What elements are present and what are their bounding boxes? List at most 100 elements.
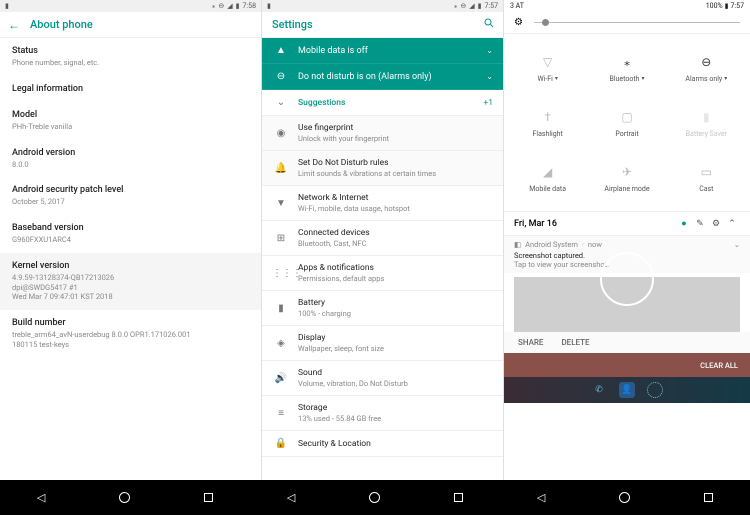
search-icon[interactable] xyxy=(483,17,495,32)
chevron-up-icon[interactable]: ⌃ xyxy=(724,219,740,229)
nav-home-icon[interactable] xyxy=(369,492,380,503)
alert-row[interactable]: ⊖Do not disturb is on (Alarms only)⌄ xyxy=(262,64,503,90)
fp-icon: ◉ xyxy=(272,128,290,139)
qs-tile-dnd[interactable]: ⊖Alarms only▾ xyxy=(667,40,746,95)
item-sub: Volume, vibration, Do Not Disturb xyxy=(298,379,493,388)
qs-tile-bt[interactable]: ⁎Bluetooth▾ xyxy=(587,40,666,95)
qs-tile-flash[interactable]: †Flashlight xyxy=(508,95,587,150)
carrier: 3 AT xyxy=(510,2,524,10)
item-title: Build number xyxy=(12,318,249,328)
list-item[interactable]: ModelPHh-Treble vanilla xyxy=(0,102,261,140)
list-item[interactable]: Baseband versionG960FXXU1ARC4 xyxy=(0,215,261,253)
screenshot-preview[interactable] xyxy=(514,277,740,332)
user-icon[interactable]: ● xyxy=(676,218,692,229)
qs-tile-mdata[interactable]: ◢Mobile data xyxy=(508,150,587,205)
item-title: Model xyxy=(12,110,249,120)
nav-back-icon[interactable]: ◁ xyxy=(287,491,295,504)
clear-all-button[interactable]: CLEAR ALL xyxy=(700,361,738,370)
qs-tile-air[interactable]: ✈Airplane mode xyxy=(587,150,666,205)
date-label: Fri, Mar 16 xyxy=(514,219,676,229)
settings-item[interactable]: ⋮⋮⋮Apps & notificationsPermissions, defa… xyxy=(262,256,503,291)
nav-home-icon[interactable] xyxy=(119,492,130,503)
tile-label: Flashlight xyxy=(533,130,563,138)
dnd-icon: ⊖ xyxy=(460,2,466,10)
nav-recent-icon[interactable] xyxy=(704,493,713,502)
quick-settings: ▽Wi-Fi▾⁎Bluetooth▾⊖Alarms only▾ †Flashlig… xyxy=(504,34,750,211)
alert-row[interactable]: ▲Mobile data is off⌄ xyxy=(262,38,503,64)
settings-item[interactable]: ▼Network & InternetWi-Fi, mobile, data u… xyxy=(262,186,503,221)
apps-icon: ⋮⋮⋮ xyxy=(272,268,290,279)
item-sub: 100% - charging xyxy=(298,309,493,318)
settings-item[interactable]: ≡Storage13% used - 55.84 GB free xyxy=(262,396,503,431)
android-icon: ◧ xyxy=(514,240,521,249)
list-item[interactable]: Build number treble_arm64_avN-userdebug 8… xyxy=(0,310,261,358)
dropdown-icon: ▾ xyxy=(555,75,558,82)
item-sub: Limit sounds & vibrations at certain tim… xyxy=(298,169,493,178)
statusbar: ▮ ⁎ ⊖ ◢ ▮ 7:57 xyxy=(262,0,503,12)
settings-item[interactable]: 🔊SoundVolume, vibration, Do Not Disturb xyxy=(262,361,503,396)
alert-text: Do not disturb is on (Alarms only) xyxy=(298,72,486,82)
item-sub: Permissions, default apps xyxy=(298,274,493,283)
left-indicator-icon: ▮ xyxy=(267,2,271,10)
battery-icon: ▮ xyxy=(725,2,729,10)
nav-recent-icon[interactable] xyxy=(204,493,213,502)
suggestions-header[interactable]: ⌄Suggestions+1 xyxy=(262,90,503,116)
item-title: Connected devices xyxy=(298,228,493,238)
chevron-down-icon[interactable]: ⌄ xyxy=(734,240,740,249)
dialer-icon[interactable]: ✆ xyxy=(591,382,607,398)
suggestion-item[interactable]: 🔔Set Do Not Disturb rulesLimit sounds & … xyxy=(262,151,503,186)
edit-icon[interactable]: ✎ xyxy=(692,219,708,229)
brightness-slider[interactable] xyxy=(534,22,740,23)
gear-icon[interactable]: ⚙ xyxy=(514,17,526,29)
settings-item[interactable]: ◈DisplayWallpaper, sleep, font size xyxy=(262,326,503,361)
nav-back-icon[interactable]: ◁ xyxy=(537,491,545,504)
item-sub: treble_arm64_avN-userdebug 8.0.0 OPR1.17… xyxy=(12,330,249,350)
batt-icon: ▮ xyxy=(272,303,290,314)
list-item[interactable]: StatusPhone number, signal, etc. xyxy=(0,38,261,76)
suggestion-item[interactable]: ◉Use fingerprintUnlock with your fingerp… xyxy=(262,116,503,151)
list-item[interactable]: Kernel version4.9.59-13128374-QB17213026… xyxy=(0,253,261,310)
statusbar: 3 AT 100% ▮ 7:57 xyxy=(504,0,750,12)
item-sub: 4.9.59-13128374-QB17213026dpi@SWDG5417 #… xyxy=(12,273,249,302)
dnd-icon: ⊖ xyxy=(701,53,711,71)
chevron-down-icon: ⌄ xyxy=(486,72,493,81)
clock: 7:57 xyxy=(485,2,499,10)
item-title: Android security patch level xyxy=(12,185,249,195)
qs-tile-saver[interactable]: ▮Battery Saver xyxy=(667,95,746,150)
back-icon[interactable]: ← xyxy=(8,18,20,32)
clock: 7:58 xyxy=(243,2,257,10)
bt-icon: ⁎ xyxy=(624,53,630,71)
app-drawer-icon[interactable] xyxy=(647,382,663,398)
about-list: StatusPhone number, signal, etc.Legal in… xyxy=(0,38,261,358)
list-item[interactable]: Android version8.0.0 xyxy=(0,140,261,178)
item-sub: G960FXXU1ARC4 xyxy=(12,235,249,245)
item-title: Storage xyxy=(298,403,493,413)
nav-back-icon[interactable]: ◁ xyxy=(37,491,45,504)
alert-card: ▲Mobile data is off⌄⊖Do not disturb is o… xyxy=(262,38,503,90)
settings-item[interactable]: 🔒Security & Location xyxy=(262,431,503,457)
settings-icon[interactable]: ⚙ xyxy=(708,219,724,229)
page-title: About phone xyxy=(30,18,93,31)
qs-tile-rotate[interactable]: ▢Portrait xyxy=(587,95,666,150)
settings-item[interactable]: ⊞Connected devicesBluetooth, Cast, NFC xyxy=(262,221,503,256)
nav-home-icon[interactable] xyxy=(619,492,630,503)
bt-icon: ⁎ xyxy=(212,2,216,10)
tile-label: Wi-Fi▾ xyxy=(537,75,557,83)
suggestions-count: +1 xyxy=(483,98,493,108)
qs-tile-wifi[interactable]: ▽Wi-Fi▾ xyxy=(508,40,587,95)
battery-icon: ▮ xyxy=(236,2,240,10)
delete-button[interactable]: DELETE xyxy=(561,338,589,347)
contacts-icon[interactable]: 👤 xyxy=(619,382,635,398)
bt-icon: ⁎ xyxy=(454,2,458,10)
qs-tile-cast[interactable]: ▭Cast xyxy=(667,150,746,205)
settings-item[interactable]: ▮Battery100% - charging xyxy=(262,291,503,326)
clock: 7:57 xyxy=(731,2,745,10)
date-row: Fri, Mar 16 ● ✎ ⚙ ⌃ xyxy=(504,211,750,235)
list-item[interactable]: Android security patch levelOctober 5, 2… xyxy=(0,177,261,215)
item-sub: Wi-Fi, mobile, data usage, hotspot xyxy=(298,204,493,213)
nav-recent-icon[interactable] xyxy=(454,493,463,502)
list-item[interactable]: Legal information xyxy=(0,76,261,102)
share-button[interactable]: SHARE xyxy=(518,338,543,347)
left-indicator-icon: ▮ xyxy=(5,2,9,10)
battery-pct: 100% xyxy=(706,2,723,10)
